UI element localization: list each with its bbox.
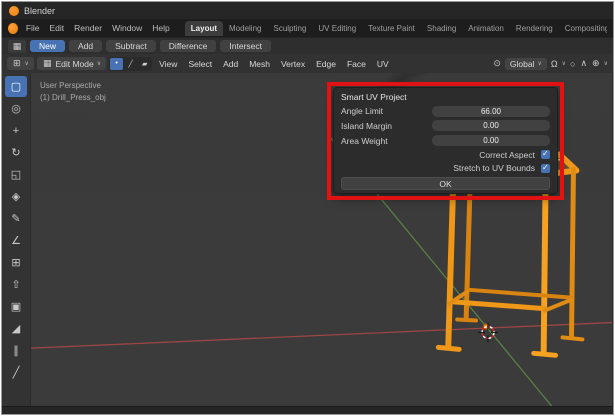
menu-vertex[interactable]: Vertex [277, 58, 309, 70]
viewport-overlay-text: User Perspective (1) Drill_Press_obj [40, 80, 106, 105]
stretch-uv-bounds-label: Stretch to UV Bounds [453, 163, 535, 174]
area-weight-row: Area Weight 0.00 [341, 133, 550, 148]
menu-view[interactable]: View [155, 58, 181, 70]
proportional-editing-icon[interactable]: ○ [569, 59, 576, 69]
menu-edge[interactable]: Edge [312, 58, 340, 70]
editor-type-icon: ⊞ [13, 58, 21, 68]
stretch-uv-bounds-row: Stretch to UV Bounds [341, 162, 550, 176]
correct-aspect-label: Correct Aspect [479, 149, 535, 160]
mode-label: Edit Mode [55, 58, 94, 69]
tab-sculpting[interactable]: Sculpting [267, 21, 312, 36]
menu-uv[interactable]: UV [373, 58, 393, 70]
tool-annotate-icon[interactable]: ✎ [5, 208, 27, 229]
menu-window[interactable]: Window [107, 21, 147, 35]
intersect-button[interactable]: Intersect [220, 40, 271, 52]
workspace-tabs: Layout Modeling Sculpting UV Editing Tex… [184, 20, 607, 36]
tool-extrude-region-icon[interactable]: ⇧ [5, 274, 27, 295]
correct-aspect-checkbox[interactable] [541, 149, 550, 160]
vertex-select-button[interactable]: • [110, 57, 124, 70]
window-title: Blender [24, 5, 56, 16]
pivot-point-icon[interactable]: ⊙ [492, 58, 502, 69]
tool-select-box-icon[interactable]: ▢ [5, 76, 27, 97]
menu-face[interactable]: Face [343, 58, 370, 70]
tool-transform-icon[interactable]: ◈ [5, 186, 27, 207]
status-bar [2, 406, 613, 414]
orientation-dropdown[interactable]: Global ∨ [504, 57, 547, 70]
edge-select-button[interactable]: ╱ [124, 58, 137, 70]
view-perspective-label: User Perspective [40, 81, 101, 90]
tool-scale-icon[interactable]: ◱ [5, 164, 27, 185]
menu-edit[interactable]: Edit [45, 21, 70, 35]
menu-mesh[interactable]: Mesh [245, 58, 274, 70]
stretch-uv-bounds-checkbox[interactable] [541, 163, 550, 173]
tool-add-cube-icon[interactable]: ⊞ [5, 252, 27, 273]
mode-dropdown[interactable]: ▦ Edit Mode ∨ [36, 57, 107, 70]
blender-window: Blender File Edit Render Window Help Lay… [1, 1, 614, 415]
face-select-button[interactable]: ▰ [138, 58, 151, 70]
object-name-label: (1) Drill_Press_obj [40, 93, 106, 103]
island-margin-label: Island Margin [341, 120, 393, 131]
ok-button[interactable]: OK [341, 177, 550, 190]
area-weight-field[interactable]: 0.00 [432, 135, 550, 147]
mode-icon: ▦ [42, 58, 52, 68]
viewport-header: ⊞ ∨ ▦ Edit Mode ∨ • ╱ ▰ View Select Add … [2, 54, 613, 73]
tool-knife-icon[interactable]: ╱ [5, 362, 27, 383]
active-tool-icon[interactable]: ▦ [8, 39, 26, 53]
angle-limit-label: Angle Limit [341, 106, 384, 117]
tab-rendering[interactable]: Rendering [510, 21, 559, 36]
tab-modeling[interactable]: Modeling [223, 21, 267, 36]
angle-limit-field[interactable]: 66.00 [432, 105, 550, 117]
tool-bevel-icon[interactable]: ◢ [5, 318, 27, 339]
tool-loop-cut-icon[interactable]: ∥ [5, 340, 27, 361]
area-weight-label: Area Weight [341, 135, 388, 146]
3d-cursor[interactable] [478, 322, 498, 343]
island-margin-field[interactable]: 0.00 [432, 120, 550, 132]
tab-uv-editing[interactable]: UV Editing [312, 21, 362, 36]
chevron-down-icon[interactable]: ∨ [604, 60, 608, 67]
smart-uv-project-popup: Smart UV Project Angle Limit 66.00 Islan… [333, 87, 558, 194]
chevron-down-icon: ∨ [537, 61, 542, 67]
falloff-icon[interactable]: ∧ [579, 58, 588, 69]
tool-move-icon[interactable]: + [5, 120, 27, 141]
new-button[interactable]: New [30, 40, 66, 52]
chevron-down-icon: ∨ [24, 61, 29, 67]
tool-header: ▦ New Add Subtract Difference Intersect [2, 37, 613, 54]
snap-settings-chevron-icon[interactable]: ∨ [562, 60, 566, 67]
menu-select[interactable]: Select [184, 58, 216, 70]
orientation-label: Global [509, 58, 535, 69]
tab-shading[interactable]: Shading [421, 21, 462, 36]
tool-rotate-icon[interactable]: ↻ [5, 142, 27, 163]
tab-layout[interactable]: Layout [184, 20, 224, 36]
top-menubar: File Edit Render Window Help Layout Mode… [2, 19, 613, 37]
tool-measure-icon[interactable]: ∠ [5, 230, 27, 251]
menu-render[interactable]: Render [69, 21, 107, 35]
tool-cursor-icon[interactable]: ◎ [5, 98, 27, 119]
difference-button[interactable]: Difference [159, 40, 217, 52]
app-menu-icon[interactable] [8, 22, 18, 34]
select-mode-group: • ╱ ▰ [109, 56, 153, 71]
popup-title: Smart UV Project [341, 92, 407, 102]
add-button[interactable]: Add [69, 40, 103, 52]
menu-file[interactable]: File [21, 21, 45, 35]
tab-animation[interactable]: Animation [462, 21, 510, 36]
blender-logo-icon [9, 5, 19, 16]
editor-type-dropdown[interactable]: ⊞ ∨ [7, 57, 34, 70]
tab-texture-paint[interactable]: Texture Paint [362, 21, 421, 36]
overlay-options-icon[interactable]: ⊕ [591, 58, 601, 69]
snap-magnet-icon[interactable]: Ω [550, 59, 559, 69]
angle-limit-row: Angle Limit 66.00 [341, 104, 550, 119]
left-toolbar: ▢ ◎ + ↻ ◱ ◈ ✎ ∠ ⊞ ⇧ ▣ ◢ ∥ ╱ [2, 73, 31, 406]
menu-help[interactable]: Help [147, 21, 174, 35]
subtract-button[interactable]: Subtract [106, 40, 156, 52]
correct-aspect-row: Correct Aspect [341, 148, 550, 162]
island-margin-row: Island Margin 0.00 [341, 119, 550, 134]
tab-compositing[interactable]: Compositing [559, 21, 607, 36]
tool-inset-faces-icon[interactable]: ▣ [5, 296, 27, 317]
menu-add[interactable]: Add [219, 58, 242, 70]
chevron-down-icon: ∨ [96, 61, 102, 67]
titlebar: Blender [2, 2, 613, 19]
